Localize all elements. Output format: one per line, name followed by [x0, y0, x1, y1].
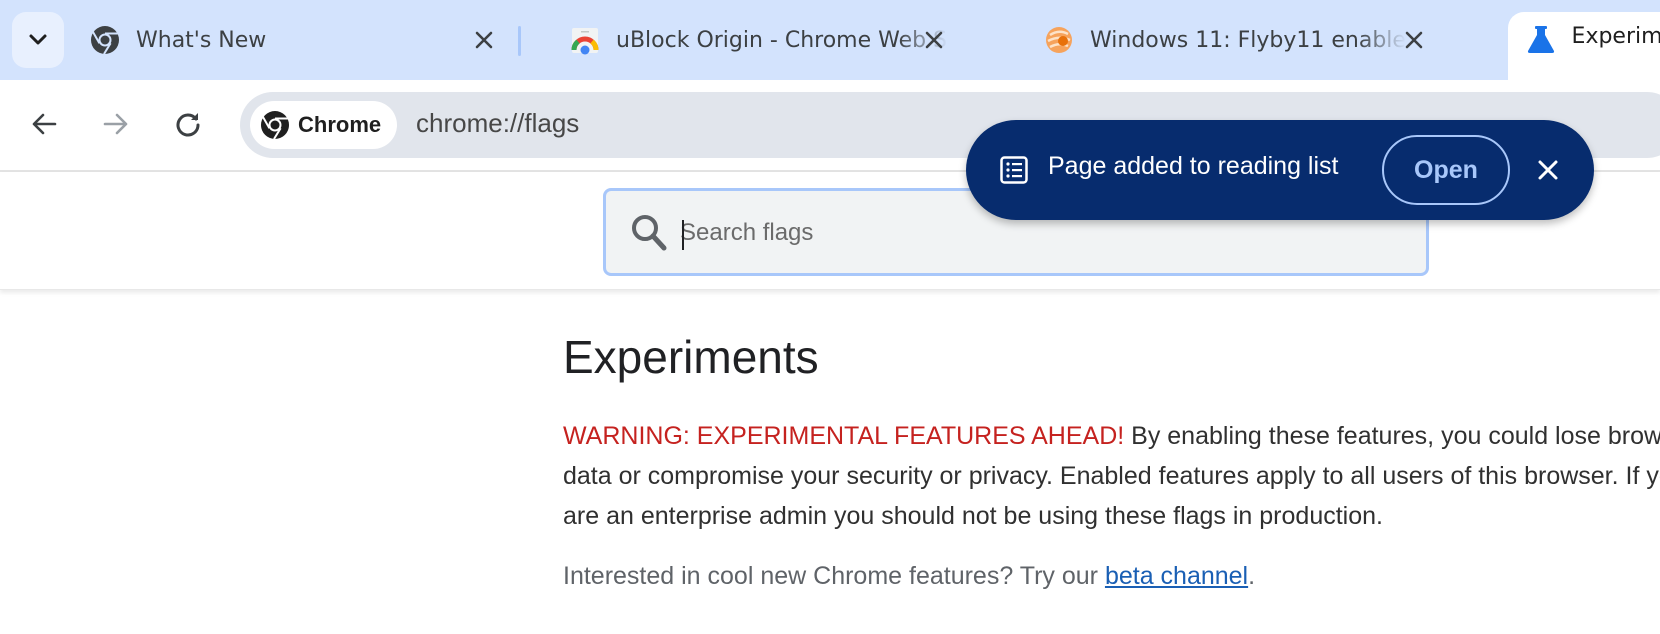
tab-experiments[interactable]: Experiments	[1508, 12, 1660, 80]
tab-title: uBlock Origin - Chrome Web Store	[616, 28, 948, 53]
tab-separator	[518, 26, 521, 56]
beta-channel-link[interactable]: beta channel	[1105, 562, 1248, 590]
warning-paragraph: WARNING: EXPERIMENTAL FEATURES AHEAD! By…	[563, 416, 1660, 536]
site-favicon	[1044, 25, 1074, 55]
open-reading-list-button[interactable]: Open	[1382, 135, 1510, 205]
reload-icon	[174, 110, 202, 138]
close-toast-button[interactable]	[1528, 150, 1568, 190]
chrome-web-store-icon	[570, 25, 600, 55]
origin-chip-label: Chrome	[298, 112, 381, 138]
close-icon	[1537, 159, 1559, 181]
promo-text: Interested in cool new Chrome features? …	[563, 562, 1105, 590]
tab-title: Windows 11: Flyby11 enables upgrade	[1090, 28, 1406, 53]
flask-icon	[1526, 24, 1556, 54]
toast-message: Page added to reading list	[1048, 152, 1339, 181]
chrome-icon	[260, 110, 290, 140]
tab-whats-new[interactable]: What's New	[90, 12, 520, 68]
origin-chip[interactable]: Chrome	[250, 101, 397, 149]
url-text[interactable]: chrome://flags	[416, 108, 579, 139]
text-cursor	[682, 220, 684, 250]
page-title: Experiments	[563, 330, 819, 384]
arrow-right-icon	[103, 112, 129, 136]
close-tab-icon[interactable]	[1400, 26, 1428, 54]
close-tab-icon[interactable]	[920, 26, 948, 54]
tab-ublock-origin[interactable]: uBlock Origin - Chrome Web Store	[570, 12, 970, 68]
reading-list-icon	[1000, 156, 1028, 188]
beta-promo: Interested in cool new Chrome features? …	[563, 562, 1255, 591]
tab-title: What's New	[136, 28, 266, 53]
reload-button[interactable]	[166, 102, 210, 146]
tab-strip: What's New uBlock Origin - Chrome Web St…	[0, 0, 1660, 80]
tab-title: Experiments	[1572, 24, 1660, 49]
reading-list-toast: Page added to reading list Open	[966, 120, 1594, 220]
chrome-icon	[90, 25, 120, 55]
warning-label: WARNING: EXPERIMENTAL FEATURES AHEAD!	[563, 422, 1124, 450]
arrow-left-icon	[31, 112, 57, 136]
promo-end: .	[1248, 562, 1255, 590]
chevron-down-icon	[28, 33, 48, 47]
tab-windows-11-flyby11[interactable]: Windows 11: Flyby11 enables upgrade	[1044, 12, 1474, 68]
forward-button[interactable]	[94, 102, 138, 146]
search-icon	[630, 213, 668, 257]
close-tab-icon[interactable]	[470, 26, 498, 54]
back-button[interactable]	[22, 102, 66, 146]
tab-search-button[interactable]	[12, 12, 64, 68]
